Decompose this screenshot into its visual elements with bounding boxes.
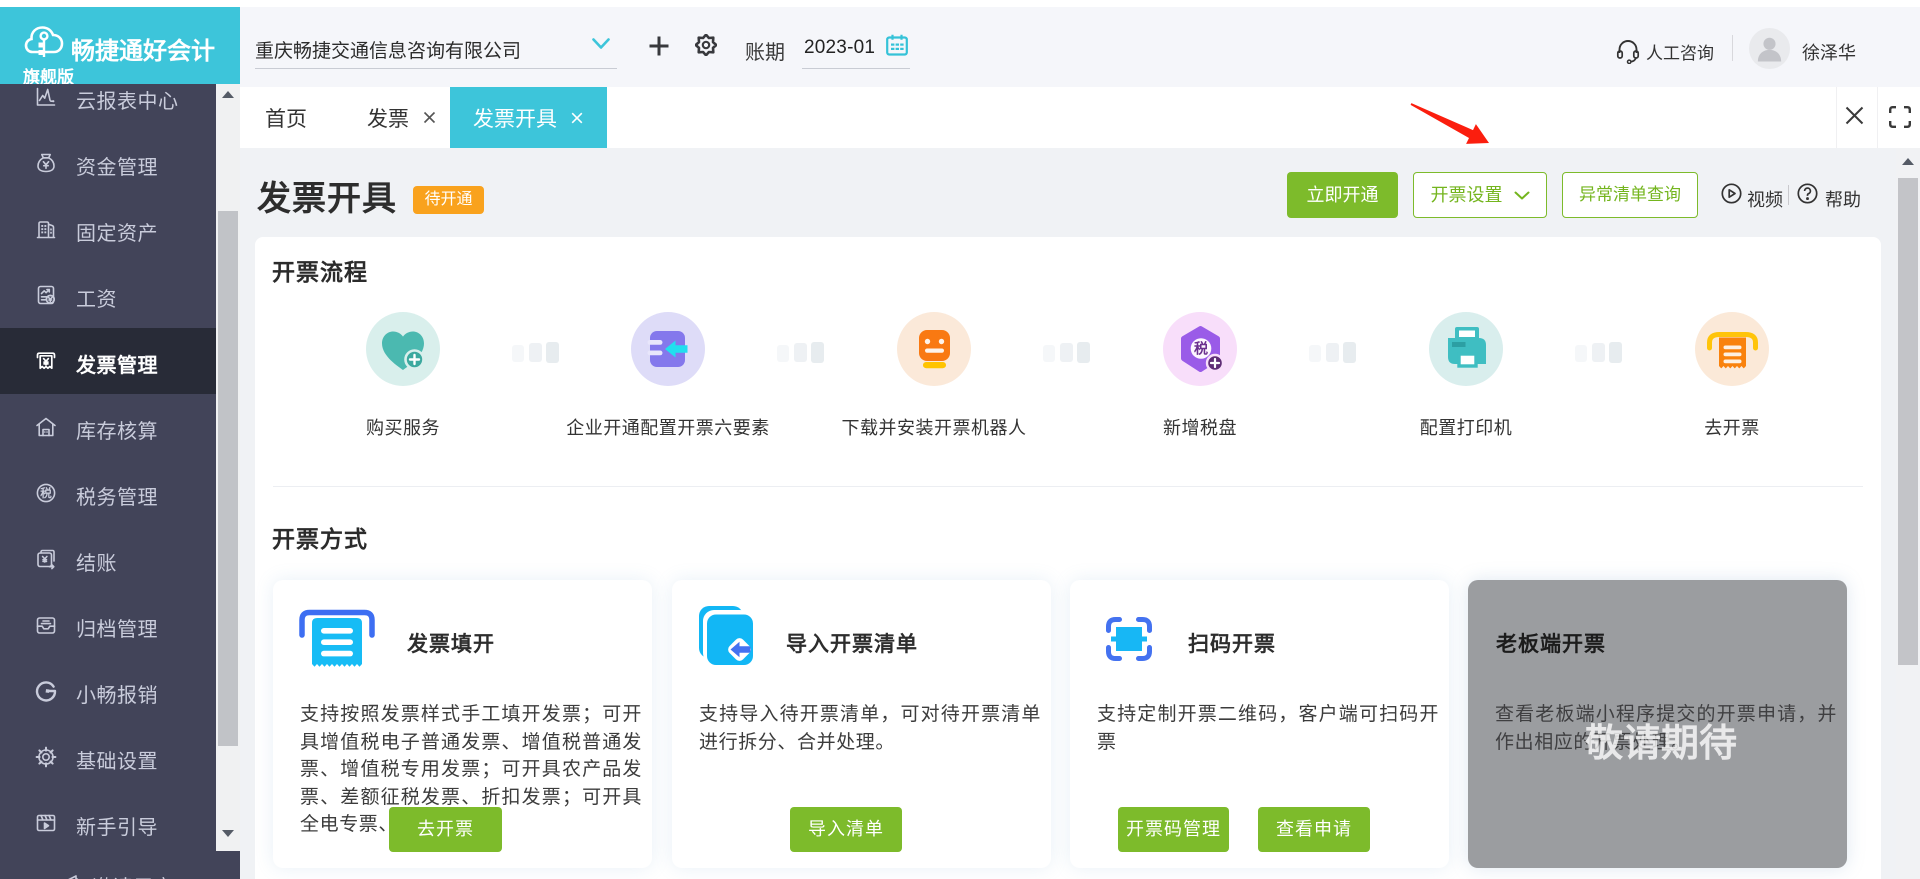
svg-text:税: 税 (40, 486, 52, 500)
svg-text:税: 税 (1194, 341, 1208, 357)
